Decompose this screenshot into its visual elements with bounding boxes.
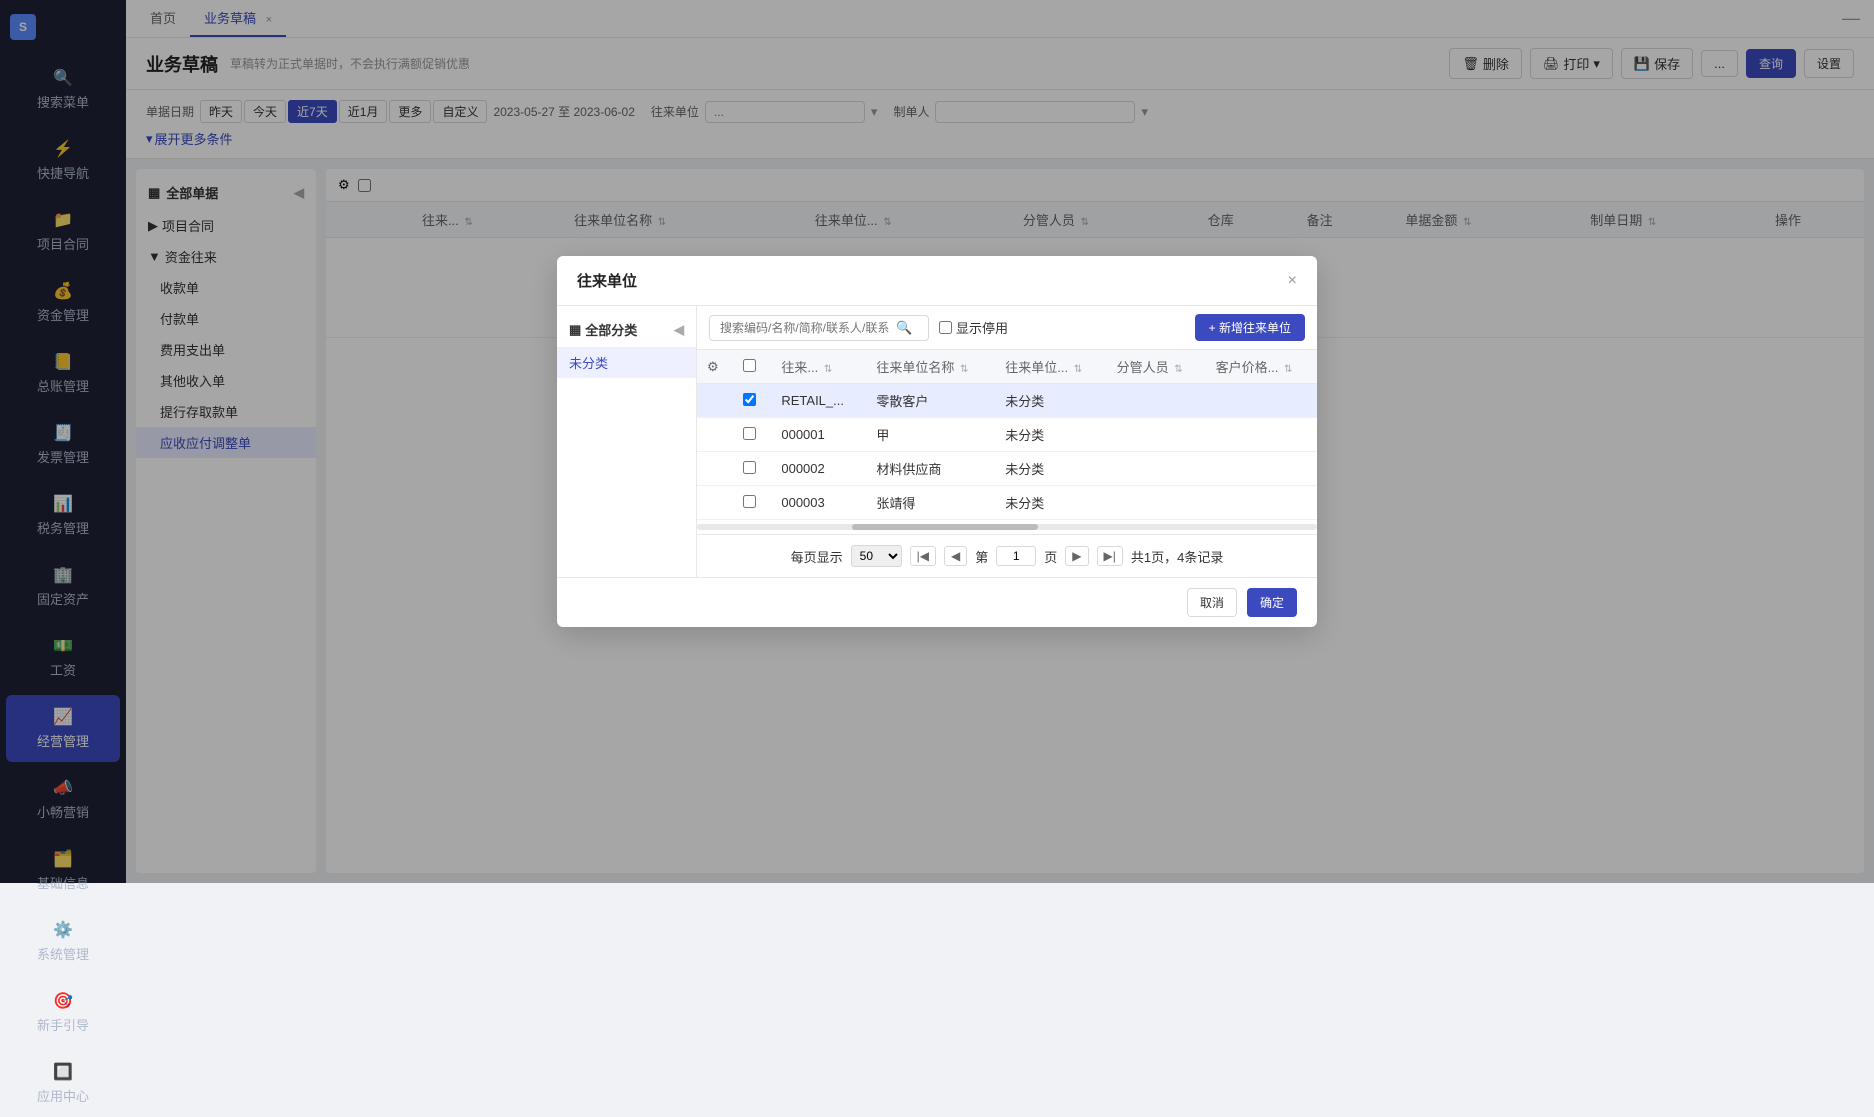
row-checkbox-cell xyxy=(733,486,771,520)
page-unit: 页 xyxy=(1044,547,1057,566)
modal-toolbar: 🔍 显示停用 + 新增往来单位 xyxy=(697,306,1317,350)
sidebar-item-system[interactable]: ⚙️ 系统管理 xyxy=(6,908,120,975)
row-checkbox[interactable] xyxy=(743,427,756,440)
modal-sidebar-collapse-button[interactable]: ◀ xyxy=(674,322,684,338)
row-name-cell: 材料供应商 xyxy=(866,452,995,486)
per-page-select[interactable]: 50 100 200 xyxy=(851,545,902,567)
modal-close-button[interactable]: × xyxy=(1288,272,1297,290)
modal-search-box: 🔍 xyxy=(709,315,929,341)
per-page-label: 每页显示 xyxy=(791,547,843,566)
row-price-cell xyxy=(1206,418,1317,452)
sidebar-item-guide[interactable]: 🎯 新手引导 xyxy=(6,979,120,1046)
party-modal: 往来单位 × ▦ 全部分类 ◀ 未分类 xyxy=(557,256,1317,627)
row-checkbox-cell xyxy=(733,452,771,486)
modal-sidebar-header: ▦ 全部分类 ◀ xyxy=(557,316,696,347)
row-code-cell: 000002 xyxy=(771,452,866,486)
modal-pagination: 每页显示 50 100 200 |◀ ◀ 第 页 ▶ ▶| 共1页，4 xyxy=(713,545,1301,567)
row-manager-cell xyxy=(1107,486,1206,520)
modal-footer: 每页显示 50 100 200 |◀ ◀ 第 页 ▶ ▶| 共1页，4 xyxy=(697,534,1317,577)
row-code-cell: 000003 xyxy=(771,486,866,520)
row-settings-cell xyxy=(697,418,733,452)
modal-select-all[interactable] xyxy=(743,359,756,372)
gear-icon: ⚙️ xyxy=(53,920,73,940)
row-checkbox-cell xyxy=(733,418,771,452)
modal-table: ⚙ 往来... ⇅ 往来单位名称 ⇅ 往来单位... ⇅ 分管人员 ⇅ 客户价格… xyxy=(697,350,1317,520)
page-label: 第 xyxy=(975,547,988,566)
modal-sidebar: ▦ 全部分类 ◀ 未分类 xyxy=(557,306,697,577)
modal-body: ▦ 全部分类 ◀ 未分类 🔍 显示停用 xyxy=(557,306,1317,577)
modal-title: 往来单位 xyxy=(577,270,637,291)
guide-icon: 🎯 xyxy=(53,991,73,1011)
row-price-cell xyxy=(1206,384,1317,418)
row-checkbox[interactable] xyxy=(743,495,756,508)
row-cat-cell: 未分类 xyxy=(995,384,1106,418)
row-name-cell: 甲 xyxy=(866,418,995,452)
cancel-button[interactable]: 取消 xyxy=(1187,588,1237,617)
sidebar-item-appstore[interactable]: 🔲 应用中心 xyxy=(6,1050,120,1117)
modal-table-row[interactable]: 000003 张靖得 未分类 xyxy=(697,486,1317,520)
row-name-cell: 零散客户 xyxy=(866,384,995,418)
modal-overlay: 往来单位 × ▦ 全部分类 ◀ 未分类 xyxy=(0,0,1874,883)
row-code-cell: 000001 xyxy=(771,418,866,452)
row-checkbox[interactable] xyxy=(743,461,756,474)
modal-table-row[interactable]: RETAIL_... 零散客户 未分类 xyxy=(697,384,1317,418)
horizontal-scrollbar[interactable] xyxy=(697,524,1317,530)
modal-sidebar-item-unclassified[interactable]: 未分类 xyxy=(557,347,696,378)
row-manager-cell xyxy=(1107,452,1206,486)
modal-col-checkbox xyxy=(733,350,771,384)
show-disabled-checkbox-label[interactable]: 显示停用 xyxy=(939,318,1008,337)
row-cat-cell: 未分类 xyxy=(995,418,1106,452)
scrollbar-thumb xyxy=(852,524,1038,530)
app-icon: 🔲 xyxy=(53,1062,73,1082)
modal-header: 往来单位 × xyxy=(557,256,1317,306)
modal-table-row[interactable]: 000002 材料供应商 未分类 xyxy=(697,452,1317,486)
total-records: 共1页，4条记录 xyxy=(1131,547,1223,566)
sidebar-item-label: 新手引导 xyxy=(37,1015,89,1034)
row-cat-cell: 未分类 xyxy=(995,486,1106,520)
modal-col-price: 客户价格... ⇅ xyxy=(1206,350,1317,384)
row-checkbox-cell xyxy=(733,384,771,418)
row-checkbox[interactable] xyxy=(743,393,756,406)
modal-col-manager: 分管人员 ⇅ xyxy=(1107,350,1206,384)
row-manager-cell xyxy=(1107,418,1206,452)
row-price-cell xyxy=(1206,486,1317,520)
modal-action-bar: 取消 确定 xyxy=(557,577,1317,627)
grid-icon: ▦ xyxy=(569,322,581,338)
row-cat-cell: 未分类 xyxy=(995,452,1106,486)
row-name-cell: 张靖得 xyxy=(866,486,995,520)
modal-col-name: 往来单位名称 ⇅ xyxy=(866,350,995,384)
sidebar-item-label: 系统管理 xyxy=(37,944,89,963)
modal-table-wrapper: ⚙ 往来... ⇅ 往来单位名称 ⇅ 往来单位... ⇅ 分管人员 ⇅ 客户价格… xyxy=(697,350,1317,534)
row-settings-cell xyxy=(697,486,733,520)
modal-col-cat: 往来单位... ⇅ xyxy=(995,350,1106,384)
first-page-button[interactable]: |◀ xyxy=(910,546,936,566)
modal-col-code: 往来... ⇅ xyxy=(771,350,866,384)
modal-table-row[interactable]: 000001 甲 未分类 xyxy=(697,418,1317,452)
show-disabled-checkbox[interactable] xyxy=(939,321,952,334)
row-code-cell: RETAIL_... xyxy=(771,384,866,418)
prev-page-button[interactable]: ◀ xyxy=(944,546,967,566)
row-manager-cell xyxy=(1107,384,1206,418)
row-settings-cell xyxy=(697,452,733,486)
search-icon: 🔍 xyxy=(896,320,912,336)
next-page-button[interactable]: ▶ xyxy=(1065,546,1088,566)
row-price-cell xyxy=(1206,452,1317,486)
new-party-button[interactable]: + 新增往来单位 xyxy=(1195,314,1305,341)
modal-col-settings: ⚙ xyxy=(697,350,733,384)
sidebar-item-label: 应用中心 xyxy=(37,1086,89,1105)
row-settings-cell xyxy=(697,384,733,418)
modal-content: 🔍 显示停用 + 新增往来单位 ⚙ xyxy=(697,306,1317,577)
modal-search-input[interactable] xyxy=(720,321,890,335)
page-number-input[interactable] xyxy=(996,546,1036,566)
last-page-button[interactable]: ▶| xyxy=(1097,546,1123,566)
confirm-button[interactable]: 确定 xyxy=(1247,588,1297,617)
